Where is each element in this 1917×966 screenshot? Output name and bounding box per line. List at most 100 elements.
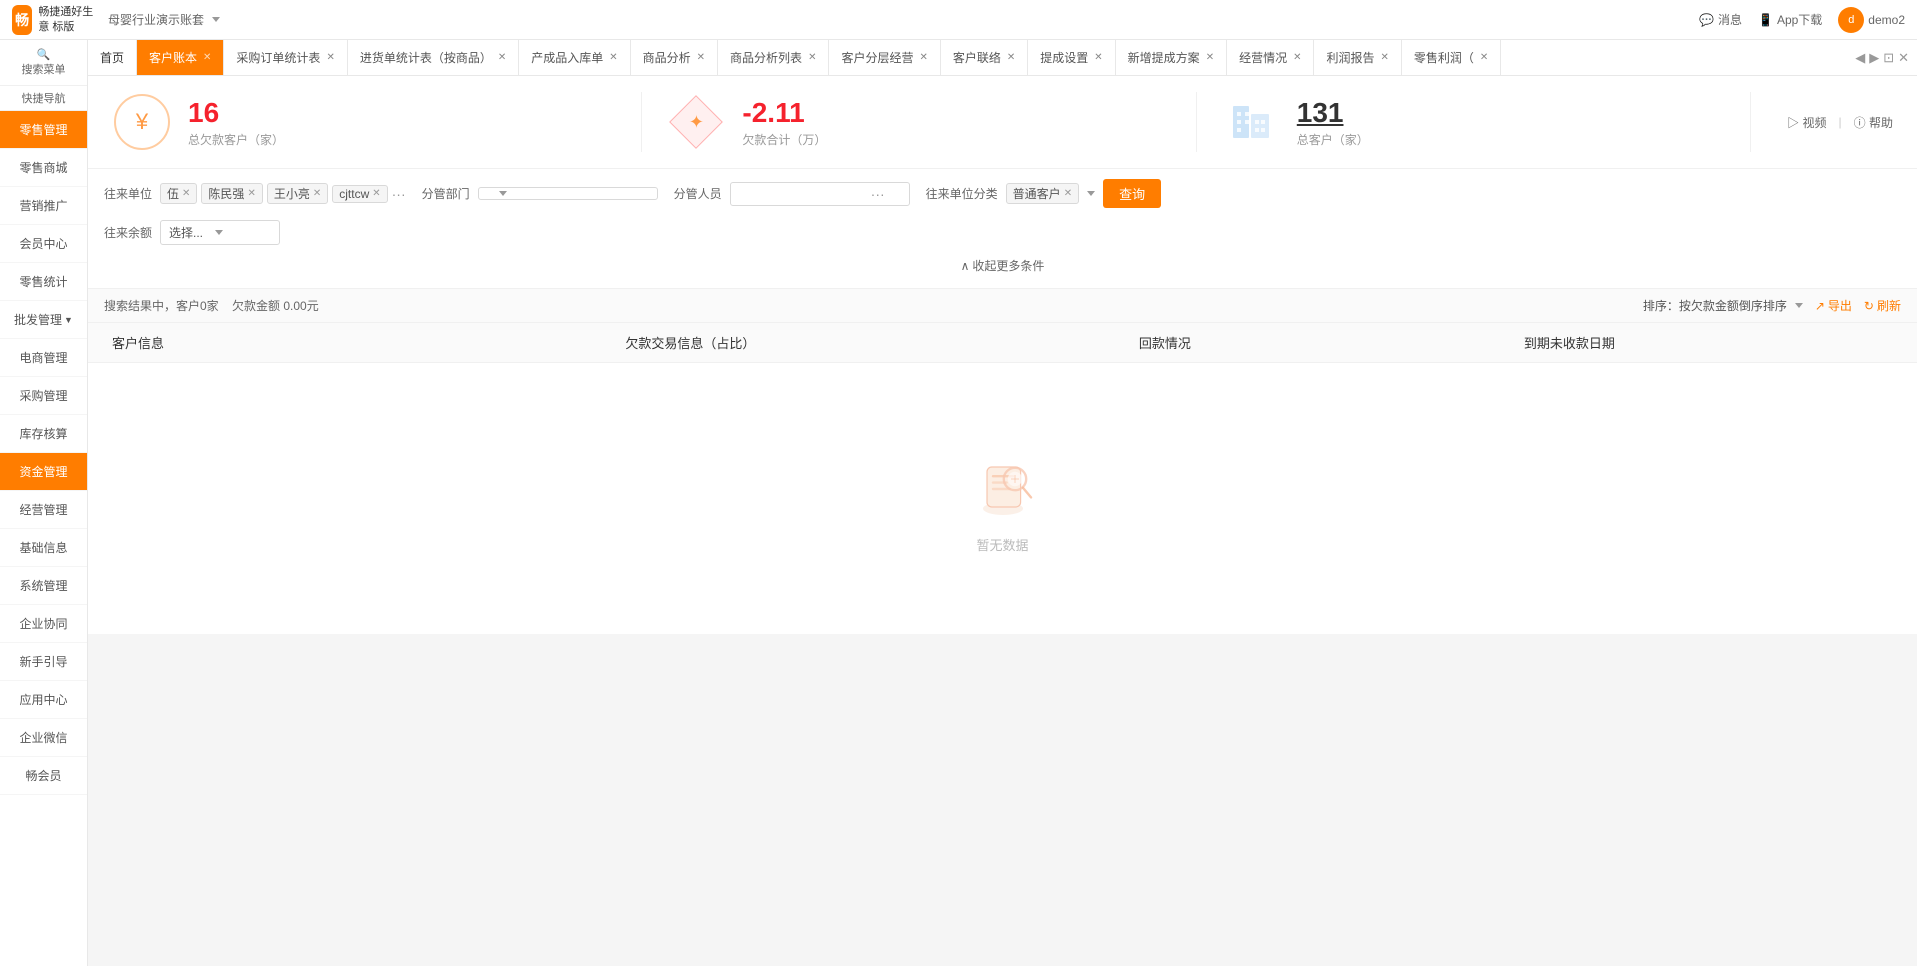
- top-header: 畅 畅捷通好生意 标版 母婴行业演示账套 💬 消息 📱 App下载 d demo…: [0, 0, 1917, 40]
- user-profile[interactable]: d demo2: [1838, 7, 1905, 33]
- refresh-label: 刷新: [1877, 297, 1901, 314]
- sidebar-item-enterprise[interactable]: 企业协同: [0, 605, 87, 643]
- person-select[interactable]: ···: [730, 182, 910, 206]
- sidebar-item-basic-info[interactable]: 基础信息: [0, 529, 87, 567]
- unit-tag-wu[interactable]: 伍 ✕: [160, 183, 197, 204]
- tab-customer-ledger[interactable]: 客户账本 ✕: [137, 40, 224, 76]
- unit-tag-cjttcw[interactable]: cjttcw ✕: [332, 185, 387, 203]
- tab-commission-settings[interactable]: 提成设置 ✕: [1028, 40, 1115, 76]
- sidebar-item-purchase[interactable]: 采购管理: [0, 377, 87, 415]
- tab-close-icon[interactable]: ✕: [808, 52, 816, 63]
- tag-cjttcw-close-icon[interactable]: ✕: [372, 188, 380, 199]
- message-icon: 💬: [1699, 13, 1714, 27]
- sidebar-item-retail-mall[interactable]: 零售商城: [0, 149, 87, 187]
- sidebar-item-wholesale[interactable]: 批发管理 ▼: [0, 301, 87, 339]
- person-more-icon: ···: [871, 186, 885, 202]
- sort-label: 排序：按欠款金额倒序排序: [1643, 297, 1787, 314]
- unit-tag-chen[interactable]: 陈民强 ✕: [201, 183, 262, 204]
- sidebar-item-app-center[interactable]: 应用中心: [0, 681, 87, 719]
- sidebar-item-inventory-label: 库存核算: [4, 425, 83, 442]
- prev-tab-icon[interactable]: ◀: [1855, 50, 1865, 66]
- sidebar-search[interactable]: 🔍 搜索菜单: [0, 40, 87, 86]
- sidebar-item-operations[interactable]: 经营管理: [0, 491, 87, 529]
- tab-close-icon[interactable]: ✕: [1381, 52, 1389, 63]
- logo-area: 畅 畅捷通好生意 标版: [12, 5, 100, 35]
- sidebar-item-retail-mall-label: 零售商城: [4, 159, 83, 176]
- more-tags-icon[interactable]: ···: [392, 186, 406, 202]
- sidebar-item-app-center-label: 应用中心: [4, 691, 83, 708]
- unit-class-tag-normal[interactable]: 普通客户 ✕: [1006, 183, 1079, 204]
- tab-home[interactable]: 首页: [88, 40, 137, 76]
- sidebar-quick-nav[interactable]: 快捷导航: [0, 86, 87, 111]
- sidebar-item-guide[interactable]: 新手引导: [0, 643, 87, 681]
- sidebar-item-inventory[interactable]: 库存核算: [0, 415, 87, 453]
- tab-business-status-label: 经营情况: [1239, 49, 1287, 66]
- tab-retail-profit[interactable]: 零售利润（ ✕: [1402, 40, 1501, 76]
- tab-goods-analysis[interactable]: 商品分析 ✕: [631, 40, 718, 76]
- tab-close-icon[interactable]: ✕: [1007, 52, 1015, 63]
- unit-class-tags: 普通客户 ✕: [1006, 183, 1095, 204]
- sidebar-item-finance[interactable]: 资金管理: [0, 453, 87, 491]
- help-action[interactable]: ⓘ 帮助: [1854, 114, 1893, 131]
- tab-customer-contact[interactable]: 客户联络 ✕: [941, 40, 1028, 76]
- sort-select[interactable]: 排序：按欠款金额倒序排序: [1643, 297, 1803, 314]
- tab-finished-goods[interactable]: 产成品入库单 ✕: [519, 40, 630, 76]
- app-download-action[interactable]: 📱 App下载: [1758, 11, 1822, 28]
- tab-purchase-stats[interactable]: 进货单统计表（按商品） ✕: [348, 40, 519, 76]
- next-tab-icon[interactable]: ▶: [1869, 50, 1879, 66]
- tab-profit-report[interactable]: 利润报告 ✕: [1314, 40, 1401, 76]
- tab-close-icon[interactable]: ✕: [1293, 52, 1301, 63]
- collapse-btn[interactable]: ∧ 收起更多条件: [949, 253, 1057, 278]
- balance-arrow-icon: [215, 230, 223, 235]
- video-action[interactable]: ▷ 视频: [1787, 114, 1826, 131]
- sidebar-item-member[interactable]: 会员中心: [0, 225, 87, 263]
- tab-close-icon[interactable]: ✕: [1206, 52, 1214, 63]
- query-button[interactable]: 查询: [1103, 179, 1161, 208]
- stat-label-1: 总欠款客户（家）: [188, 131, 284, 148]
- tab-close-icon[interactable]: ✕: [203, 52, 211, 63]
- filter-row-2: 往来余额 选择...: [104, 216, 1901, 245]
- expand-tabs-icon[interactable]: ⊡: [1883, 50, 1894, 66]
- refresh-btn[interactable]: ↻ 刷新: [1864, 297, 1901, 314]
- tab-close-icon[interactable]: ✕: [326, 52, 334, 63]
- industry-select[interactable]: 母婴行业演示账套: [108, 11, 220, 28]
- industry-label: 母婴行业演示账套: [108, 11, 204, 28]
- sidebar-item-retail[interactable]: 零售管理: [0, 111, 87, 149]
- tab-close-icon[interactable]: ✕: [919, 52, 927, 63]
- sidebar-item-retail-stats[interactable]: 零售统计: [0, 263, 87, 301]
- tab-purchase-order[interactable]: 采购订单统计表 ✕: [224, 40, 347, 76]
- sidebar-item-finance-label: 资金管理: [4, 463, 83, 480]
- tab-customer-ledger-label: 客户账本: [149, 49, 197, 66]
- tab-goods-analysis-list[interactable]: 商品分析列表 ✕: [718, 40, 829, 76]
- sidebar-item-marketing[interactable]: 营销推广: [0, 187, 87, 225]
- unit-tag-wang[interactable]: 王小亮 ✕: [267, 183, 328, 204]
- help-icon: ⓘ: [1854, 116, 1869, 130]
- tag-wu-close-icon[interactable]: ✕: [182, 188, 190, 199]
- tag-chen-close-icon[interactable]: ✕: [247, 188, 255, 199]
- filter-row-1: 往来单位 伍 ✕ 陈民强 ✕ 王小亮 ✕ cjttcw ✕ ···: [104, 179, 1901, 208]
- diamond-container: ✦: [670, 96, 722, 148]
- tab-close-icon[interactable]: ✕: [1094, 52, 1102, 63]
- tab-close-icon[interactable]: ✕: [1480, 52, 1488, 63]
- sidebar-item-chang-member[interactable]: 畅会员: [0, 757, 87, 795]
- balance-select[interactable]: 选择...: [160, 220, 280, 245]
- tab-close-icon[interactable]: ✕: [498, 52, 506, 63]
- tab-close-icon[interactable]: ✕: [697, 52, 705, 63]
- export-btn[interactable]: ↗ 导出: [1815, 297, 1852, 314]
- dept-select[interactable]: [478, 187, 658, 200]
- result-bar-right: 排序：按欠款金额倒序排序 ↗ 导出 ↻ 刷新: [1643, 297, 1901, 314]
- tag-wang-close-icon[interactable]: ✕: [313, 188, 321, 199]
- tab-close-icon[interactable]: ✕: [609, 52, 617, 63]
- sidebar-item-ecommerce[interactable]: 电商管理: [0, 339, 87, 377]
- sidebar-item-system[interactable]: 系统管理: [0, 567, 87, 605]
- stat-text-1: 16 总欠款客户（家）: [188, 97, 284, 148]
- tab-add-commission[interactable]: 新增提成方案 ✕: [1116, 40, 1227, 76]
- sidebar-item-enterprise-wechat[interactable]: 企业微信: [0, 719, 87, 757]
- tab-business-status[interactable]: 经营情况 ✕: [1227, 40, 1314, 76]
- sidebar-item-marketing-label: 营销推广: [4, 197, 83, 214]
- tag-normal-close-icon[interactable]: ✕: [1064, 188, 1072, 199]
- tab-customer-layered[interactable]: 客户分层经营 ✕: [829, 40, 940, 76]
- message-action[interactable]: 💬 消息: [1699, 11, 1742, 28]
- close-all-tabs-icon[interactable]: ✕: [1898, 50, 1909, 66]
- tab-purchase-order-label: 采购订单统计表: [236, 49, 320, 66]
